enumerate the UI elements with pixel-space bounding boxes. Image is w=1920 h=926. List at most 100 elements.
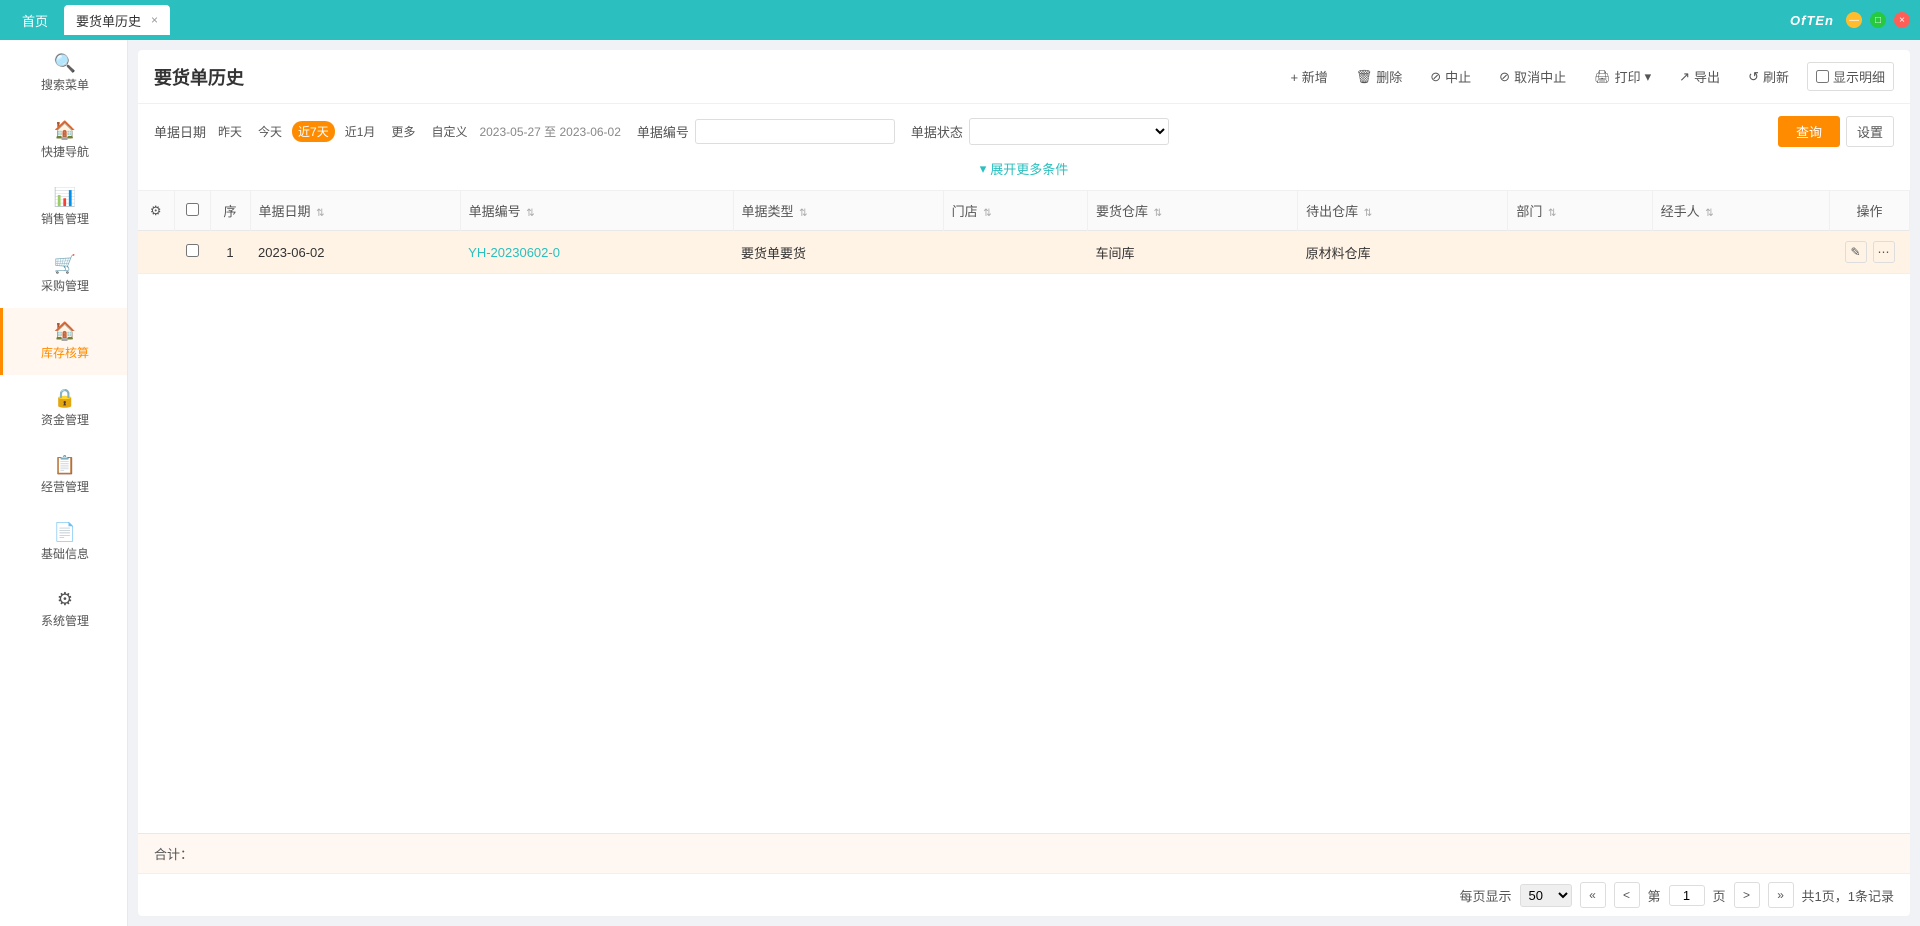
select-all-checkbox[interactable] xyxy=(186,203,199,216)
col-checkbox xyxy=(174,191,210,231)
cancel-stop-button[interactable]: ⊘ 取消中止 xyxy=(1489,62,1576,91)
col-ops: 操作 xyxy=(1830,191,1910,231)
col-pending-warehouse-label: 待出仓库 xyxy=(1306,204,1358,219)
delete-button[interactable]: 🗑 删除 xyxy=(1346,62,1413,91)
page-unit-label: 页 xyxy=(1713,886,1726,905)
filter-date-range: 单据日期 昨天 今天 近7天 近1月 更多 自定义 2023-05-27 至 2… xyxy=(154,121,621,142)
custom-btn[interactable]: 自定义 xyxy=(425,121,473,142)
row-op-edit-0[interactable]: ✎ xyxy=(1845,241,1867,263)
col-date-label: 单据日期 xyxy=(259,204,311,219)
sidebar-item-purchase[interactable]: 🛒 采购管理 xyxy=(0,241,127,308)
window-max-button[interactable]: □ xyxy=(1870,12,1886,28)
delete-label: 删除 xyxy=(1376,67,1402,86)
sidebar-item-basic-info[interactable]: 📄 基础信息 xyxy=(0,509,127,576)
window-min-button[interactable]: — xyxy=(1846,12,1862,28)
brand-label: OfTEn xyxy=(1790,13,1834,28)
export-button[interactable]: ↗ 导出 xyxy=(1669,62,1730,91)
col-num: 序 xyxy=(210,191,250,231)
query-button[interactable]: 查询 xyxy=(1778,116,1840,147)
last7days-btn[interactable]: 近7天 xyxy=(292,121,335,142)
sort-bill-no-icon: ⇅ xyxy=(526,208,534,219)
total-info: 共1页，1条记录 xyxy=(1802,886,1894,905)
stop-button[interactable]: ⊘ 中止 xyxy=(1420,62,1481,91)
sidebar-label-operations: 经营管理 xyxy=(41,478,89,495)
print-label: 打印 xyxy=(1615,67,1641,86)
tab-active[interactable]: 要货单历史 × xyxy=(64,5,170,35)
col-department: 部门 ⇅ xyxy=(1508,191,1652,231)
top-bar: 首页 要货单历史 × OfTEn — □ × xyxy=(0,0,1920,40)
settings-button[interactable]: 设置 xyxy=(1846,116,1894,147)
sidebar-item-quick-nav[interactable]: 🏠 快捷导航 xyxy=(0,107,127,174)
first-page-button[interactable]: « xyxy=(1580,882,1606,908)
sidebar-label-system: 系统管理 xyxy=(41,612,89,629)
row-num-0: 1 xyxy=(210,231,250,274)
display-detail-checkbox[interactable] xyxy=(1816,70,1829,83)
refresh-icon: ↺ xyxy=(1748,69,1759,85)
sidebar-icon-sales: 📊 xyxy=(54,188,76,206)
sidebar-label-basic-info: 基础信息 xyxy=(41,545,89,562)
page-number-input[interactable] xyxy=(1669,885,1705,906)
sidebar-item-system[interactable]: ⚙ 系统管理 xyxy=(0,576,127,643)
sidebar-icon-basic-info: 📄 xyxy=(54,523,76,541)
data-table: ⚙ 序 单据日期 ⇅ 单据编号 ⇅ xyxy=(138,191,1910,274)
sidebar-label-quick-nav: 快捷导航 xyxy=(41,143,89,160)
yesterday-btn[interactable]: 昨天 xyxy=(212,121,248,142)
sidebar-label-finance: 资金管理 xyxy=(41,411,89,428)
summary-label: 合计： xyxy=(154,847,193,862)
sidebar-icon-purchase: 🛒 xyxy=(54,255,76,273)
next-page-button[interactable]: > xyxy=(1734,882,1760,908)
export-label: 导出 xyxy=(1694,67,1720,86)
last-page-button[interactable]: » xyxy=(1768,882,1794,908)
sidebar-icon-operations: 📋 xyxy=(54,456,76,474)
sidebar-item-finance[interactable]: 🔒 资金管理 xyxy=(0,375,127,442)
row-ops-0: ✎ ⋯ xyxy=(1830,231,1910,274)
prev-page-button[interactable]: < xyxy=(1614,882,1640,908)
row-store-0 xyxy=(943,231,1087,274)
col-bill-no-label: 单据编号 xyxy=(469,204,521,219)
sidebar-item-operations[interactable]: 📋 经营管理 xyxy=(0,442,127,509)
col-store: 门店 ⇅ xyxy=(943,191,1087,231)
expand-more-label: 展开更多条件 xyxy=(990,159,1068,178)
main-layout: 🔍 搜索菜单 🏠 快捷导航 📊 销售管理 🛒 采购管理 🏠 库存核算 🔒 资金管… xyxy=(0,40,1920,926)
sidebar-item-search-menu[interactable]: 🔍 搜索菜单 xyxy=(0,40,127,107)
page: 要货单历史 + 新增 🗑 删除 ⊘ 中止 ⊘ 取消中止 xyxy=(138,50,1910,916)
today-btn[interactable]: 今天 xyxy=(252,121,288,142)
row-checkbox-0[interactable] xyxy=(174,231,210,274)
more-btn[interactable]: 更多 xyxy=(385,121,421,142)
tab-close-icon[interactable]: × xyxy=(151,13,158,27)
table-row: 1 2023-06-02 YH-20230602-0 要货单要货 车间库 原材料… xyxy=(138,231,1910,274)
row-op-more-0[interactable]: ⋯ xyxy=(1873,241,1895,263)
sidebar-item-inventory[interactable]: 🏠 库存核算 xyxy=(0,308,127,375)
sort-bill-type-icon: ⇅ xyxy=(799,208,807,219)
pagination-bar: 每页显示 50 100 « < 第 页 > » 共1页，1条记录 xyxy=(138,873,1910,916)
print-button[interactable]: 🖨 打印 ▾ xyxy=(1584,62,1661,91)
sidebar-label-sales: 销售管理 xyxy=(41,210,89,227)
last1month-btn[interactable]: 近1月 xyxy=(339,121,382,142)
col-handler: 经手人 ⇅ xyxy=(1652,191,1829,231)
export-icon: ↗ xyxy=(1679,69,1690,85)
col-handler-label: 经手人 xyxy=(1661,204,1700,219)
sort-handler-icon: ⇅ xyxy=(1705,208,1713,219)
status-select[interactable] xyxy=(969,118,1169,145)
page-header: 要货单历史 + 新增 🗑 删除 ⊘ 中止 ⊘ 取消中止 xyxy=(138,50,1910,104)
new-button[interactable]: + 新增 xyxy=(1280,62,1337,91)
col-settings: ⚙ xyxy=(138,191,174,231)
row-check-0[interactable] xyxy=(186,244,199,257)
bill-no-input[interactable] xyxy=(695,119,895,144)
row-bill-no-0[interactable]: YH-20230602-0 xyxy=(460,231,733,274)
col-req-warehouse: 要货仓库 ⇅ xyxy=(1088,191,1298,231)
status-label: 单据状态 xyxy=(911,122,963,141)
display-detail-button[interactable]: 显示明细 xyxy=(1807,62,1894,91)
tab-home[interactable]: 首页 xyxy=(10,5,60,35)
row-settings-0 xyxy=(138,231,174,274)
sidebar-item-sales[interactable]: 📊 销售管理 xyxy=(0,174,127,241)
window-close-button[interactable]: × xyxy=(1894,12,1910,28)
row-bill-type-0: 要货单要货 xyxy=(733,231,943,274)
expand-more-button[interactable]: ▾ 展开更多条件 xyxy=(968,155,1081,182)
sidebar-icon-inventory: 🏠 xyxy=(54,322,76,340)
per-page-select[interactable]: 50 100 xyxy=(1520,884,1572,907)
row-handler-0 xyxy=(1652,231,1829,274)
sort-department-icon: ⇅ xyxy=(1548,208,1556,219)
refresh-button[interactable]: ↺ 刷新 xyxy=(1738,62,1799,91)
sort-req-warehouse-icon: ⇅ xyxy=(1154,208,1162,219)
